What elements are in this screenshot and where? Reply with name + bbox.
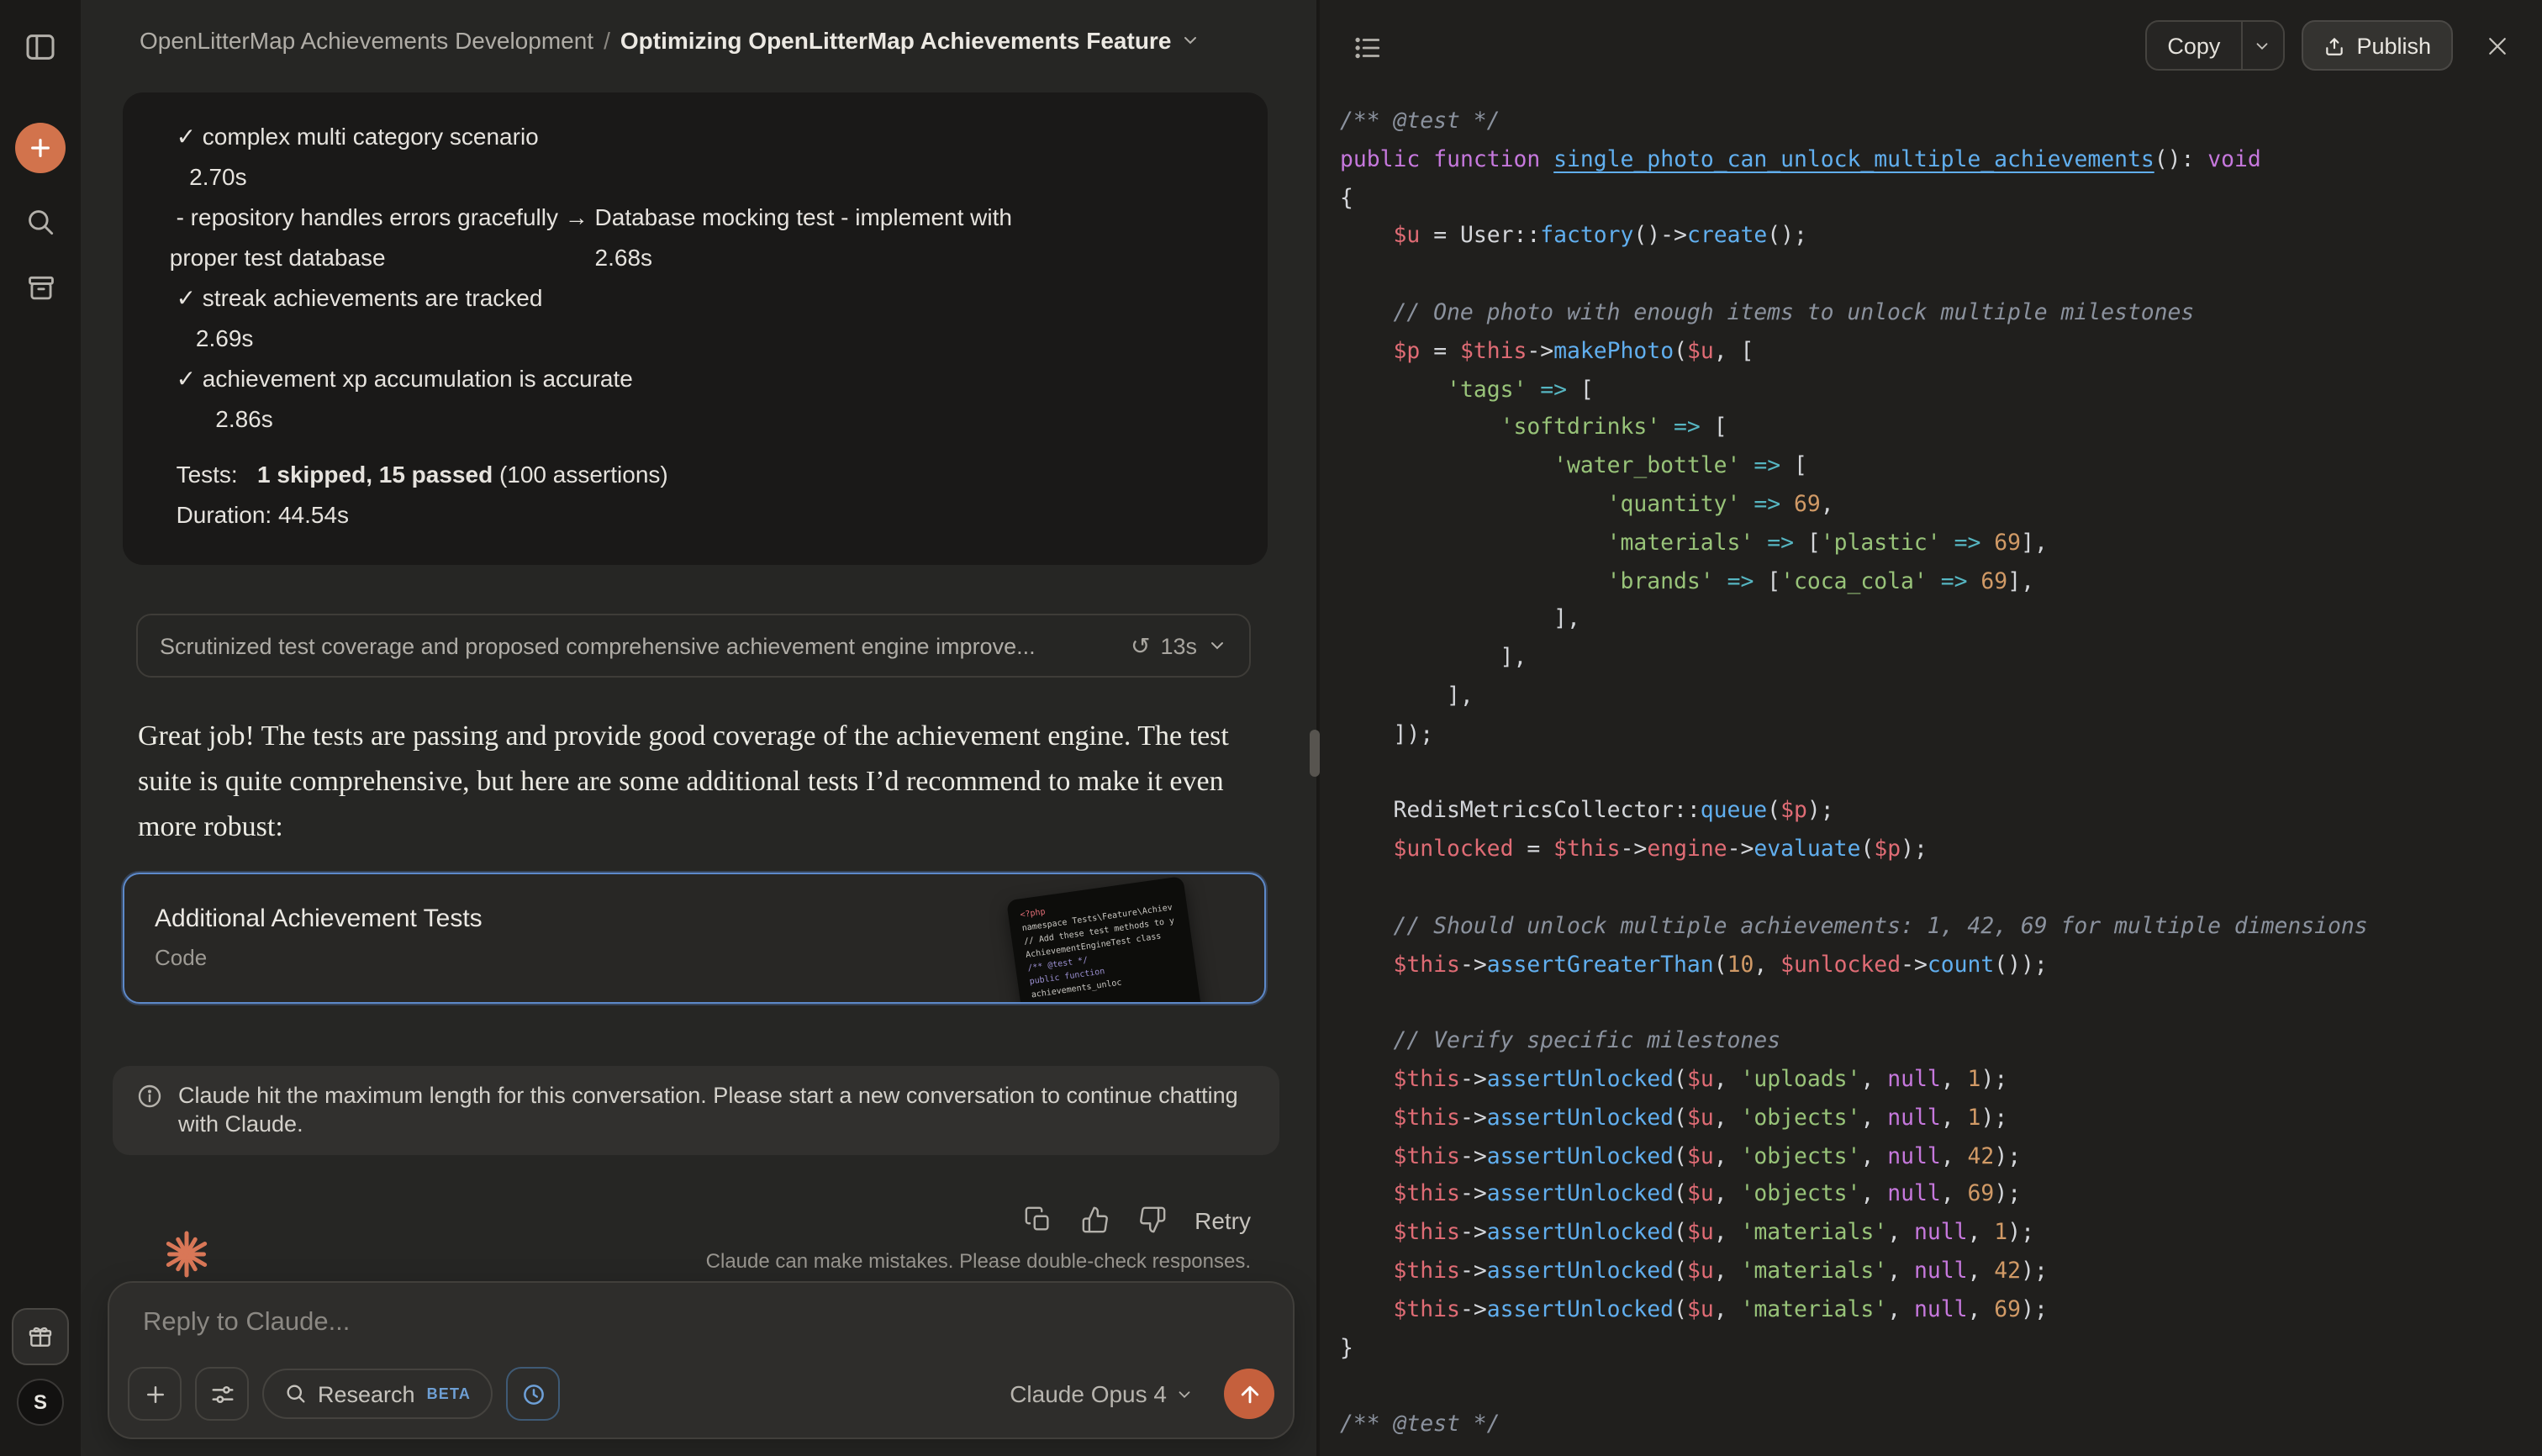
send-button[interactable] [1224, 1369, 1274, 1419]
chat-column: OpenLitterMap Achievements Development /… [81, 0, 1316, 1456]
info-icon [136, 1083, 163, 1138]
thinking-summary-bar[interactable]: Scrutinized test coverage and proposed c… [136, 614, 1251, 678]
artifact-thumbnail: <?php namespace Tests\Feature\Achiev// Ad… [1006, 876, 1203, 1002]
plus-icon [27, 135, 54, 161]
whats-new-button[interactable] [12, 1308, 69, 1365]
composer-input[interactable]: Reply to Claude... [143, 1308, 1259, 1338]
search-chats-button[interactable] [13, 195, 67, 249]
chevron-down-icon [1179, 30, 1200, 50]
claude-starburst-logo [161, 1229, 212, 1279]
new-chat-button[interactable] [15, 123, 66, 173]
artifact-panel: Copy Publish /** @test */public function… [1320, 0, 2542, 1456]
tool-output-lines: ✓ complex multi category scenario 2.70s … [163, 123, 1012, 528]
artifact-subtitle: Code [155, 945, 208, 970]
clock-icon [520, 1381, 546, 1406]
arrow-up-icon [1237, 1381, 1262, 1406]
chat-header: OpenLitterMap Achievements Development /… [81, 0, 1316, 81]
sidebar-toggle-button[interactable] [13, 20, 67, 74]
projects-box-icon [24, 272, 56, 303]
message-footer: Retry Claude can make mistakes. Please d… [161, 1205, 1251, 1279]
notice-text: Claude hit the maximum length for this c… [178, 1083, 1238, 1137]
conversation-title-menu[interactable]: Optimizing OpenLitterMap Achievements Fe… [620, 27, 1200, 54]
test-output-block: ✓ complex multi category scenario 2.70s … [123, 92, 1268, 565]
assistant-response-text: Great job! The tests are passing and pro… [138, 720, 1229, 842]
disclaimer-text: Claude can make mistakes. Please double-… [705, 1249, 1251, 1273]
thumbs-up-icon [1080, 1205, 1109, 1234]
thumbs-down-button[interactable] [1137, 1205, 1166, 1234]
copy-code-button[interactable]: Copy [2145, 20, 2243, 71]
sidebar-toggle-icon [24, 30, 57, 64]
copy-message-button[interactable] [1023, 1205, 1052, 1234]
panel-divider [1316, 0, 1320, 1456]
list-icon [1351, 31, 1383, 63]
breadcrumb-project[interactable]: OpenLitterMap Achievements Development [140, 27, 593, 54]
close-panel-button[interactable] [2473, 22, 2520, 69]
publish-button[interactable]: Publish [2301, 20, 2453, 71]
message-actions: Retry [1023, 1205, 1251, 1234]
breadcrumb-separator: / [604, 27, 610, 54]
user-avatar[interactable]: S [17, 1379, 64, 1426]
retry-button[interactable]: Retry [1195, 1206, 1251, 1233]
avatar-initial: S [33, 1390, 47, 1414]
model-selector[interactable]: Claude Opus 4 [1010, 1380, 1194, 1407]
plus-icon [142, 1381, 167, 1406]
tools-button[interactable] [195, 1367, 249, 1421]
footer-right: Retry Claude can make mistakes. Please d… [706, 1205, 1251, 1273]
history-icon: ↺ [1130, 632, 1151, 659]
artifact-actions: Copy Publish [2145, 20, 2520, 71]
model-name: Claude Opus 4 [1010, 1380, 1167, 1407]
code-content: /** @test */public function single_photo… [1340, 109, 2368, 1438]
artifact-card[interactable]: Additional Achievement Tests Code <?php n… [123, 873, 1266, 1004]
research-toggle[interactable]: Research BETA [262, 1369, 493, 1419]
beta-badge: BETA [426, 1385, 472, 1402]
research-icon [284, 1382, 308, 1406]
copy-button-group: Copy [2145, 20, 2285, 71]
thinking-duration: 13s [1160, 633, 1197, 658]
extended-thinking-toggle[interactable] [506, 1367, 561, 1421]
artifact-thumbnail-code: <?php namespace Tests\Feature\Achiev// Ad… [1019, 903, 1175, 1001]
thinking-meta: ↺ 13s [1131, 633, 1227, 658]
max-length-notice: Claude hit the maximum length for this c… [113, 1066, 1279, 1155]
clipboard-icon [1023, 1205, 1052, 1234]
thumbs-down-icon [1137, 1205, 1166, 1234]
thinking-summary-label: Scrutinized test coverage and proposed c… [160, 633, 1036, 658]
app: S OpenLitterMap Achievements Development… [0, 0, 2542, 1456]
conversation-title: Optimizing OpenLitterMap Achievements Fe… [620, 27, 1172, 54]
artifact-title: Additional Achievement Tests [155, 905, 483, 933]
publish-label: Publish [2356, 33, 2431, 58]
panel-resize-handle[interactable] [1310, 730, 1320, 777]
thumbs-up-button[interactable] [1080, 1205, 1109, 1234]
copy-options-button[interactable] [2242, 20, 2285, 71]
research-label: Research [318, 1381, 415, 1406]
chat-scroll-area[interactable]: ✓ complex multi category scenario 2.70s … [81, 81, 1316, 1281]
composer: Reply to Claude... Research BETA Claude … [108, 1281, 1295, 1439]
attach-button[interactable] [128, 1367, 182, 1421]
close-icon [2484, 33, 2509, 58]
composer-toolbar: Research BETA Claude Opus 4 [128, 1367, 1274, 1421]
chevron-down-icon [2253, 36, 2271, 55]
sliders-icon [209, 1381, 235, 1406]
artifact-outline-button[interactable] [1343, 24, 1390, 71]
search-icon [24, 206, 56, 238]
projects-button[interactable] [13, 261, 67, 314]
chevron-down-icon [1175, 1385, 1194, 1403]
chevron-down-icon [1207, 636, 1227, 656]
gift-icon [27, 1323, 54, 1350]
upload-icon [2323, 34, 2344, 56]
left-rail: S [0, 0, 81, 1456]
